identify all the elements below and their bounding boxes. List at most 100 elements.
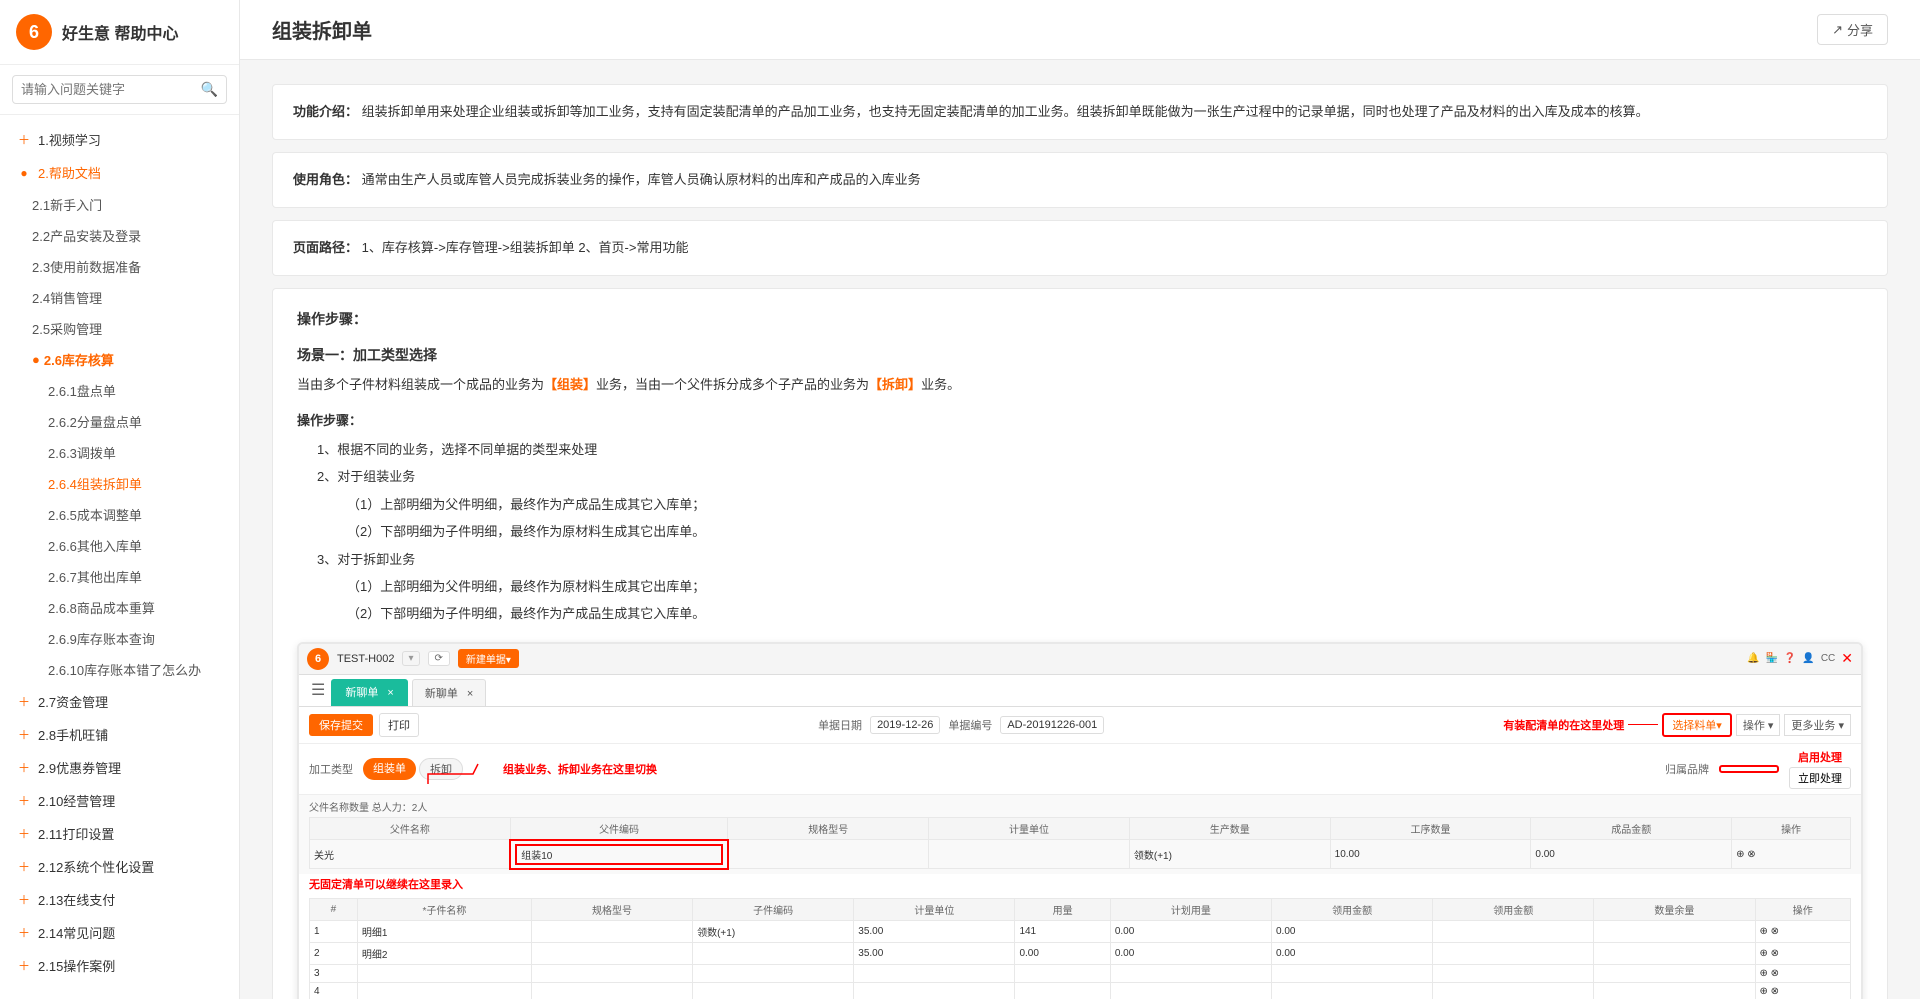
tab-close[interactable]: × bbox=[387, 687, 393, 699]
nav-item-online-pay[interactable]: ＋ 2.13在线支付 bbox=[0, 883, 239, 916]
nav-gc-other-in[interactable]: 2.6.6其他入库单 bbox=[44, 530, 239, 561]
app-window: 6 TEST-H002 ▾ ⟳ 新建单据▾ 🔔 🏪 ❓ 👤 CC bbox=[297, 642, 1863, 999]
child-plan2: 0.00 bbox=[1110, 942, 1271, 964]
nav-item-capital[interactable]: ＋ 2.7资金管理 bbox=[0, 685, 239, 718]
share-button[interactable]: ↗ 分享 bbox=[1817, 14, 1888, 45]
nav-parent-faq[interactable]: ＋ 2.14常见问题 bbox=[0, 916, 239, 949]
nav-parent-print[interactable]: ＋ 2.11打印设置 bbox=[0, 817, 239, 850]
warehouse-input[interactable] bbox=[1719, 765, 1779, 773]
field-value-no[interactable]: AD-20191226-001 bbox=[1000, 716, 1104, 734]
plus-icon-ops: ＋ bbox=[16, 793, 32, 809]
nav-item-cases[interactable]: ＋ 2.15操作案例 bbox=[0, 949, 239, 982]
app-dropdown[interactable]: ▾ bbox=[402, 651, 419, 666]
app-new-btn[interactable]: 新建单据▾ bbox=[458, 649, 519, 668]
type-assemble[interactable]: 组装单 bbox=[363, 758, 416, 780]
nav-label-customize: 2.12系统个性化设置 bbox=[38, 857, 154, 876]
nav-label-cases: 2.15操作案例 bbox=[38, 956, 115, 975]
lower-row1: 1 明细1 领数(+1) 35.00 141 0.00 0.00 bbox=[310, 920, 1851, 942]
nav-gc-stock-query[interactable]: 2.6.9库存账本查询 bbox=[44, 623, 239, 654]
nav-item-mobile[interactable]: ＋ 2.8手机旺铺 bbox=[0, 718, 239, 751]
nav-child-label-purchase: 2.5采购管理 bbox=[32, 319, 102, 338]
nav-gc-adjust[interactable]: 2.6.3调拨单 bbox=[44, 437, 239, 468]
lower-row2: 2 明细2 35.00 0.00 0.00 0.00 bbox=[310, 942, 1851, 964]
logo-text: 好生意 帮助中心 bbox=[62, 20, 178, 44]
tab-close2[interactable]: × bbox=[467, 688, 473, 700]
th-parent-code: 父件编码 bbox=[510, 817, 728, 840]
nav-child-inventory[interactable]: ● 2.6库存核算 bbox=[28, 344, 239, 375]
field-label-no: 单据编号 bbox=[948, 717, 992, 733]
app-sidebar-toggle[interactable]: ☰ bbox=[307, 675, 329, 706]
nav-item-customize[interactable]: ＋ 2.12系统个性化设置 bbox=[0, 850, 239, 883]
app-icon-bell[interactable]: 🔔 bbox=[1747, 653, 1759, 664]
nav-parent-cases[interactable]: ＋ 2.15操作案例 bbox=[0, 949, 239, 982]
nav-gc-partial[interactable]: 2.6.2分量盘点单 bbox=[44, 406, 239, 437]
nav-child-purchase[interactable]: 2.5采购管理 bbox=[28, 313, 239, 344]
child-op2[interactable]: ⊕ ⊗ bbox=[1755, 942, 1850, 964]
child-cost21: 0.00 bbox=[1272, 942, 1433, 964]
search-icon: 🔍 bbox=[201, 81, 218, 98]
nav-item-print[interactable]: ＋ 2.11打印设置 bbox=[0, 817, 239, 850]
nav-gc-other-out[interactable]: 2.6.7其他出库单 bbox=[44, 561, 239, 592]
app-icon-user[interactable]: 👤 bbox=[1802, 653, 1814, 664]
nav-gc-stock-error[interactable]: 2.6.10库存账本错了怎么办 bbox=[44, 654, 239, 685]
nav-children-docs: 2.1新手入门 2.2产品安装及登录 2.3使用前数据准备 2.4销售管理 2.… bbox=[0, 189, 239, 685]
nav-child-newcomer[interactable]: 2.1新手入门 bbox=[28, 189, 239, 220]
search-input[interactable] bbox=[21, 82, 201, 97]
nav-label-capital: 2.7资金管理 bbox=[38, 692, 108, 711]
nav-parent-docs[interactable]: ● 2.帮助文档 bbox=[0, 156, 239, 189]
feature-intro-text: 组装拆卸单用来处理企业组装或拆卸等加工业务，支持有固定装配清单的产品加工业务，也… bbox=[362, 104, 1649, 119]
child-cost12 bbox=[1433, 920, 1594, 942]
btn-more[interactable]: 更多业务 ▾ bbox=[1784, 714, 1851, 736]
nav-gc-stocktake[interactable]: 2.6.1盘点单 bbox=[44, 375, 239, 406]
btn-enable[interactable]: 立即处理 bbox=[1789, 767, 1851, 789]
nav-parent-ops[interactable]: ＋ 2.10经营管理 bbox=[0, 784, 239, 817]
nav-parent-capital[interactable]: ＋ 2.7资金管理 bbox=[0, 685, 239, 718]
app-sync[interactable]: ⟳ bbox=[428, 651, 450, 666]
nav-item-coupon[interactable]: ＋ 2.9优惠券管理 bbox=[0, 751, 239, 784]
nav-label-coupon: 2.9优惠券管理 bbox=[38, 758, 121, 777]
search-box: 🔍 bbox=[12, 75, 227, 104]
nav-gc-cost-adj[interactable]: 2.6.5成本调整单 bbox=[44, 499, 239, 530]
btn-print[interactable]: 打印 bbox=[379, 713, 419, 737]
app-icon-help[interactable]: ❓ bbox=[1784, 653, 1796, 664]
nav-parent-coupon[interactable]: ＋ 2.9优惠券管理 bbox=[0, 751, 239, 784]
nav-item-docs[interactable]: ● 2.帮助文档 2.1新手入门 2.2产品安装及登录 2.3使用前数据准备 2… bbox=[0, 156, 239, 685]
form-fields-center: 单据日期 2019-12-26 单据编号 AD-20191226-001 bbox=[425, 716, 1497, 734]
nav-gc-assembly[interactable]: 2.6.4组装拆卸单 bbox=[44, 468, 239, 499]
child-op1[interactable]: ⊕ ⊗ bbox=[1755, 920, 1850, 942]
parent-code-input[interactable]: 组装10 bbox=[515, 844, 723, 865]
nav-parent-online-pay[interactable]: ＋ 2.13在线支付 bbox=[0, 883, 239, 916]
cell-op[interactable]: ⊕ ⊗ bbox=[1732, 840, 1851, 869]
lower-table-area: # *子件名称 规格型号 子件编码 计量单位 用量 计划用量 领用金额 领用金额 bbox=[299, 894, 1861, 999]
btn-save[interactable]: 保存提交 bbox=[309, 714, 373, 736]
app-icon-shop[interactable]: 🏪 bbox=[1765, 653, 1777, 664]
nav-child-label-inventory: 2.6库存核算 bbox=[44, 350, 114, 369]
nav-child-sales[interactable]: 2.4销售管理 bbox=[28, 282, 239, 313]
btn-bom[interactable]: 选择料单▾ bbox=[1662, 713, 1732, 737]
nav-label-ops: 2.10经营管理 bbox=[38, 791, 115, 810]
logo-area: 6 好生意 帮助中心 bbox=[0, 0, 239, 65]
child-unit1: 35.00 bbox=[854, 920, 1015, 942]
nav-parent-customize[interactable]: ＋ 2.12系统个性化设置 bbox=[0, 850, 239, 883]
app-tab-inactive[interactable]: 新聊单 × bbox=[412, 679, 487, 706]
logo-icon: 6 bbox=[16, 14, 52, 50]
btn-operate[interactable]: 操作 ▾ bbox=[1736, 714, 1781, 736]
page-title: 组装拆卸单 bbox=[272, 15, 372, 44]
nav-child-dataprep[interactable]: 2.3使用前数据准备 bbox=[28, 251, 239, 282]
nav-item-faq[interactable]: ＋ 2.14常见问题 bbox=[0, 916, 239, 949]
app-tab-active[interactable]: 新聊单 × bbox=[331, 679, 408, 706]
nav-item-video[interactable]: ＋ 1.视频学习 bbox=[0, 123, 239, 156]
lth-plan: 计划用量 bbox=[1110, 898, 1271, 920]
field-value-date[interactable]: 2019-12-26 bbox=[870, 716, 940, 734]
nav-item-ops[interactable]: ＋ 2.10经营管理 bbox=[0, 784, 239, 817]
nav-child-install[interactable]: 2.2产品安装及登录 bbox=[28, 220, 239, 251]
nav-parent-video[interactable]: ＋ 1.视频学习 bbox=[0, 123, 239, 156]
close-icon[interactable]: ✕ bbox=[1841, 650, 1853, 667]
nav-label-video: 1.视频学习 bbox=[38, 130, 101, 149]
path-block: 页面路径： 1、库存核算->库存管理->组装拆卸单 2、首页->常用功能 bbox=[272, 220, 1888, 276]
cell-parent-code[interactable]: 组装10 bbox=[510, 840, 728, 869]
lower-table: # *子件名称 规格型号 子件编码 计量单位 用量 计划用量 领用金额 领用金额 bbox=[309, 898, 1851, 999]
nav-gc-cost-recalc[interactable]: 2.6.8商品成本重算 bbox=[44, 592, 239, 623]
screenshot-wrapper: 6 TEST-H002 ▾ ⟳ 新建单据▾ 🔔 🏪 ❓ 👤 CC bbox=[297, 642, 1863, 999]
nav-parent-mobile[interactable]: ＋ 2.8手机旺铺 bbox=[0, 718, 239, 751]
